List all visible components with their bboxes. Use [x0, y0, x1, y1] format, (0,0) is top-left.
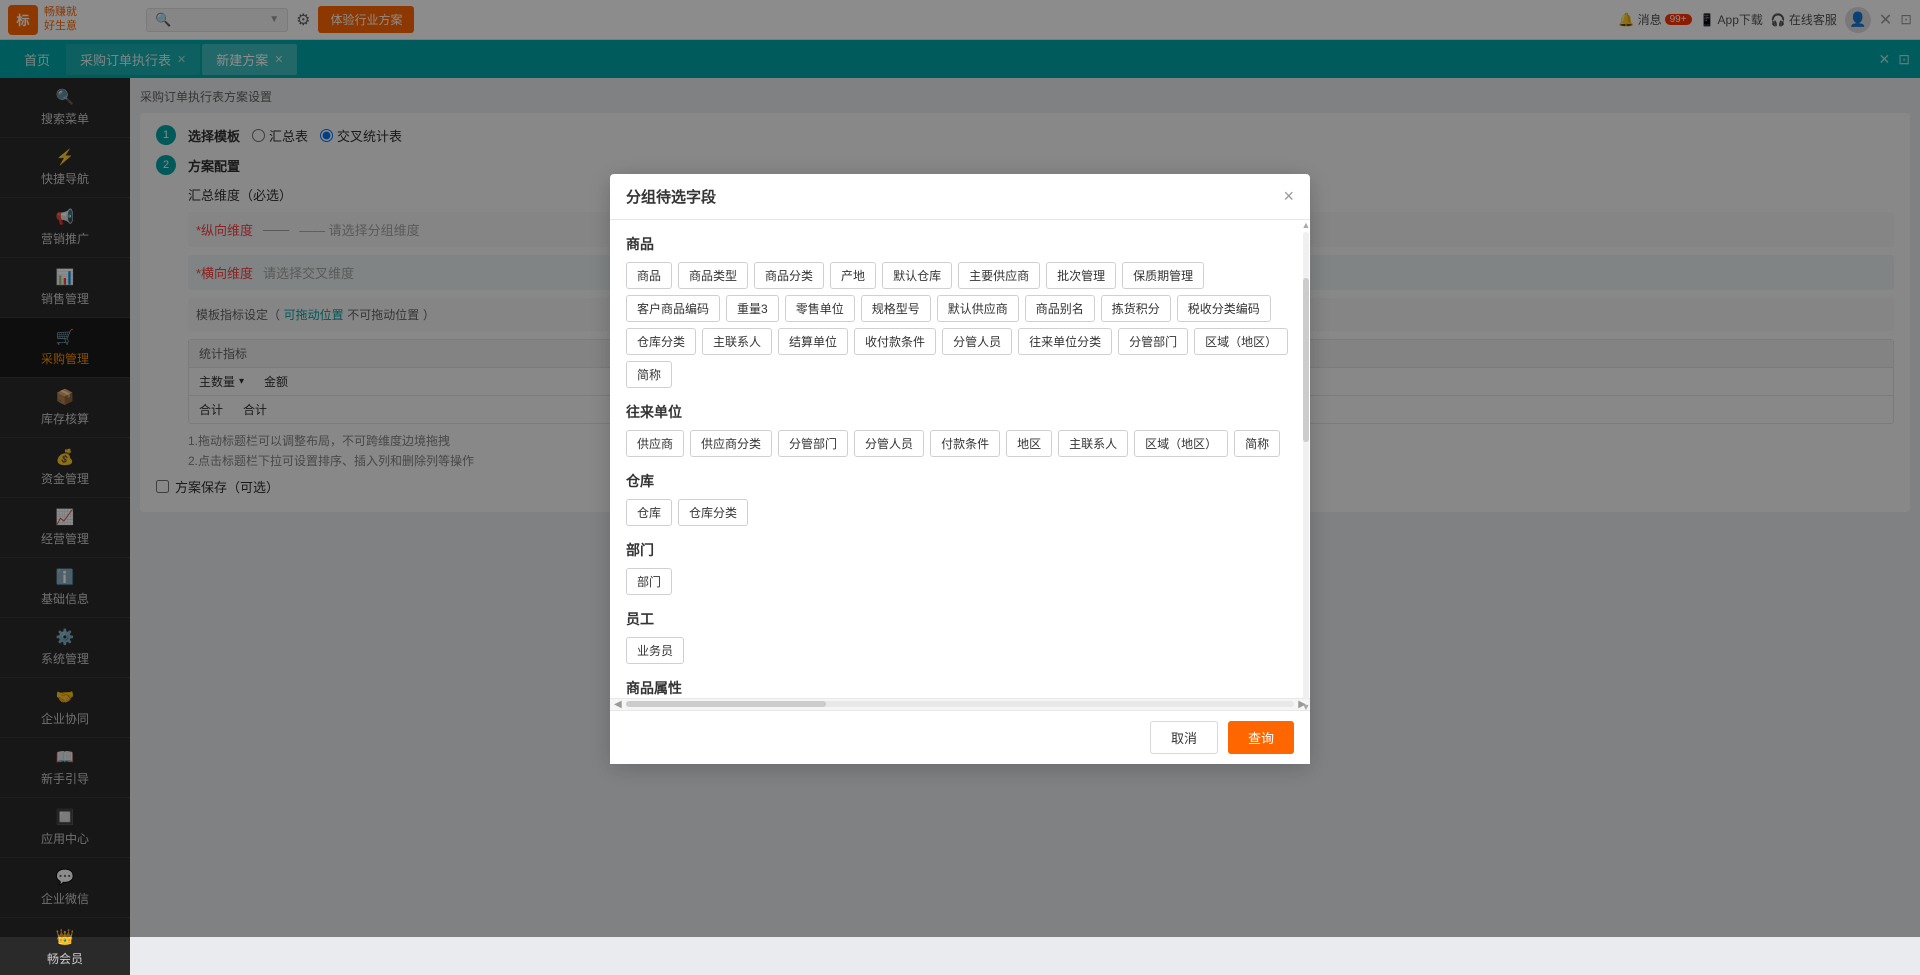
field-tag-expiry-mgmt[interactable]: 保质期管理 — [1122, 262, 1204, 289]
modal-vscrollbar[interactable]: ▲ ▼ — [1302, 220, 1310, 712]
field-tag-default-supplier[interactable]: 默认供应商 — [937, 295, 1019, 322]
field-tag-payment-cond[interactable]: 付款条件 — [930, 430, 1000, 457]
field-tag-product[interactable]: 商品 — [626, 262, 672, 289]
field-tag-dept[interactable]: 分管部门 — [778, 430, 848, 457]
field-tag-dept-mgmt[interactable]: 分管部门 — [1118, 328, 1188, 355]
field-tag-abbr-partner[interactable]: 简称 — [1234, 430, 1280, 457]
modal-footer: 取消 查询 — [610, 710, 1310, 764]
modal-hscrollbar[interactable]: ◀ ▶ — [610, 698, 1310, 710]
field-tag-staff[interactable]: 分管人员 — [854, 430, 924, 457]
section-product-attr-title: 商品属性 — [626, 678, 1294, 698]
hscroll-thumb[interactable] — [626, 701, 827, 707]
field-tag-product-category[interactable]: 商品分类 — [754, 262, 824, 289]
field-tag-batch-mgmt[interactable]: 批次管理 — [1046, 262, 1116, 289]
modal: 分组待选字段 × 商品 商品 商品类型 商品分类 产地 默认仓库 主要供应商 批… — [610, 174, 1310, 764]
section-product-attr: 商品属性 属性 颜色 多规格 尺码 鞋码 1 — [626, 678, 1294, 698]
field-tag-retail-unit[interactable]: 零售单位 — [785, 295, 855, 322]
field-tag-product-alias[interactable]: 商品别名 — [1025, 295, 1095, 322]
field-tag-product-type[interactable]: 商品类型 — [678, 262, 748, 289]
section-employee-title: 员工 — [626, 609, 1294, 629]
field-tag-supplier-category[interactable]: 供应商分类 — [690, 430, 772, 457]
field-tag-supplier[interactable]: 供应商 — [626, 430, 684, 457]
cancel-button[interactable]: 取消 — [1150, 721, 1218, 754]
field-tag-warehouse-cat[interactable]: 仓库分类 — [678, 499, 748, 526]
section-dept-title: 部门 — [626, 540, 1294, 560]
hscroll-left-arrow[interactable]: ◀ — [614, 699, 622, 710]
field-tag-settlement-unit[interactable]: 结算单位 — [778, 328, 848, 355]
field-tag-warehouse-category[interactable]: 仓库分类 — [626, 328, 696, 355]
employee-fields: 业务员 — [626, 637, 1294, 664]
field-tag-abbr-product[interactable]: 简称 — [626, 361, 672, 388]
partner-fields: 供应商 供应商分类 分管部门 分管人员 付款条件 地区 主联系人 区域（地区） … — [626, 430, 1294, 457]
section-employee: 员工 业务员 — [626, 609, 1294, 664]
vscroll-track[interactable] — [1303, 232, 1309, 700]
hscroll-track[interactable] — [626, 701, 1295, 707]
dept-fields: 部门 — [626, 568, 1294, 595]
field-tag-origin[interactable]: 产地 — [830, 262, 876, 289]
warehouse-fields: 仓库 仓库分类 — [626, 499, 1294, 526]
field-tag-spec-model[interactable]: 规格型号 — [861, 295, 931, 322]
vscroll-up-arrow[interactable]: ▲ — [1302, 220, 1311, 230]
field-tag-default-warehouse[interactable]: 默认仓库 — [882, 262, 952, 289]
modal-title: 分组待选字段 — [626, 186, 716, 207]
confirm-button[interactable]: 查询 — [1228, 721, 1294, 754]
field-tag-customer-code[interactable]: 客户商品编码 — [626, 295, 720, 322]
vscroll-thumb[interactable] — [1303, 278, 1309, 442]
section-partner: 往来单位 供应商 供应商分类 分管部门 分管人员 付款条件 地区 主联系人 区域… — [626, 402, 1294, 457]
section-product-title: 商品 — [626, 234, 1294, 254]
field-tag-salesperson[interactable]: 业务员 — [626, 637, 684, 664]
field-tag-supervisor[interactable]: 分管人员 — [942, 328, 1012, 355]
field-tag-department[interactable]: 部门 — [626, 568, 672, 595]
field-tag-main-supplier[interactable]: 主要供应商 — [958, 262, 1040, 289]
field-tag-region-product[interactable]: 区域（地区） — [1194, 328, 1288, 355]
sidebar-member-label: 畅会员 — [47, 950, 83, 967]
field-tag-weight3[interactable]: 重量3 — [726, 295, 779, 322]
field-tag-warehouse[interactable]: 仓库 — [626, 499, 672, 526]
modal-body: 商品 商品 商品类型 商品分类 产地 默认仓库 主要供应商 批次管理 保质期管理… — [610, 220, 1310, 698]
section-partner-title: 往来单位 — [626, 402, 1294, 422]
field-tag-region-partner[interactable]: 地区 — [1006, 430, 1052, 457]
field-tag-payment-terms[interactable]: 收付款条件 — [854, 328, 936, 355]
section-dept: 部门 部门 — [626, 540, 1294, 595]
modal-close-icon[interactable]: × — [1283, 186, 1294, 207]
section-warehouse: 仓库 仓库 仓库分类 — [626, 471, 1294, 526]
field-tag-contact-partner[interactable]: 主联系人 — [1058, 430, 1128, 457]
product-fields: 商品 商品类型 商品分类 产地 默认仓库 主要供应商 批次管理 保质期管理 客户… — [626, 262, 1294, 388]
field-tag-partner-category[interactable]: 往来单位分类 — [1018, 328, 1112, 355]
section-warehouse-title: 仓库 — [626, 471, 1294, 491]
field-tag-pick-score[interactable]: 拣货积分 — [1101, 295, 1171, 322]
field-tag-tax-code[interactable]: 税收分类编码 — [1177, 295, 1271, 322]
field-tag-main-contact[interactable]: 主联系人 — [702, 328, 772, 355]
modal-header: 分组待选字段 × — [610, 174, 1310, 220]
field-tag-area-partner[interactable]: 区域（地区） — [1134, 430, 1228, 457]
vscroll-down-arrow[interactable]: ▼ — [1302, 702, 1311, 712]
section-product: 商品 商品 商品类型 商品分类 产地 默认仓库 主要供应商 批次管理 保质期管理… — [626, 234, 1294, 388]
modal-overlay: 分组待选字段 × 商品 商品 商品类型 商品分类 产地 默认仓库 主要供应商 批… — [0, 0, 1920, 937]
